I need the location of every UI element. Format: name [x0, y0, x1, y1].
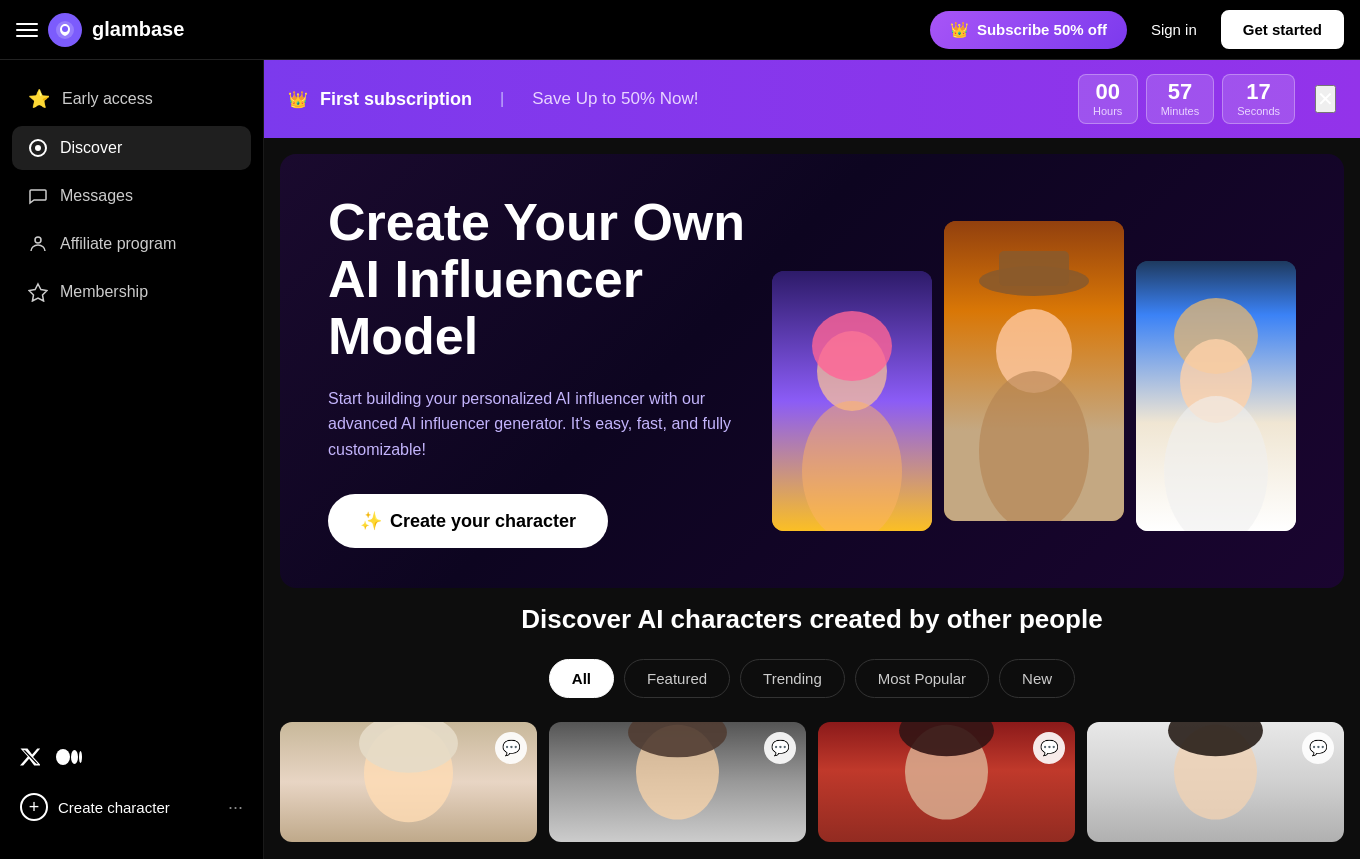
sign-in-button[interactable]: Sign in [1139, 13, 1209, 46]
character-cards-grid: 💬 💬 [280, 722, 1344, 842]
logo-icon [48, 13, 82, 47]
timer-minutes: 57 Minutes [1146, 74, 1215, 124]
svg-point-6 [56, 749, 70, 765]
banner-subtitle: Save Up to 50% Now! [532, 89, 698, 109]
banner-close-button[interactable]: ✕ [1315, 85, 1336, 113]
main-content: 👑 First subscription | Save Up to 50% No… [264, 60, 1360, 859]
sidebar-item-messages[interactable]: Messages [12, 174, 251, 218]
filter-tab-trending[interactable]: Trending [740, 659, 845, 698]
svg-marker-5 [29, 284, 47, 301]
svg-point-1 [62, 26, 68, 32]
banner-left: 👑 First subscription | Save Up to 50% No… [288, 89, 698, 110]
create-character-button[interactable]: ✨ Create your character [328, 494, 608, 548]
hero-image-left [772, 271, 932, 531]
hero-image-right [1136, 261, 1296, 531]
affiliate-icon [28, 234, 48, 254]
filter-tabs: All Featured Trending Most Popular New [280, 659, 1344, 698]
sidebar-item-membership[interactable]: Membership [12, 270, 251, 314]
discover-section: Discover AI characters created by other … [264, 604, 1360, 858]
filter-tab-featured[interactable]: Featured [624, 659, 730, 698]
discover-title: Discover AI characters created by other … [280, 604, 1344, 635]
twitter-link[interactable] [20, 747, 40, 767]
create-character-plus-button[interactable]: + [20, 793, 48, 821]
ai-influencer-image-3 [1136, 261, 1296, 531]
filter-tab-all[interactable]: All [549, 659, 614, 698]
sidebar-item-discover[interactable]: Discover [12, 126, 251, 170]
hamburger-menu[interactable] [16, 23, 38, 37]
crown-icon: 👑 [950, 21, 969, 39]
sidebar-bottom: + Create character ··· [0, 735, 263, 843]
nav-left: glambase [16, 13, 184, 47]
timer-seconds: 17 Seconds [1222, 74, 1295, 124]
subscription-banner: 👑 First subscription | Save Up to 50% No… [264, 60, 1360, 138]
character-card-2[interactable]: 💬 [549, 722, 806, 842]
hero-title: Create Your Own AI Influencer Model [328, 194, 772, 366]
star-icon: ⭐ [28, 88, 50, 110]
top-navigation: glambase 👑 Subscribe 50% off Sign in Get… [0, 0, 1360, 60]
medium-link[interactable] [56, 749, 82, 765]
sparkle-icon: ✨ [360, 510, 382, 532]
hero-text: Create Your Own AI Influencer Model Star… [328, 194, 772, 548]
hero-description: Start building your personalized AI infl… [328, 386, 772, 463]
character-card-1[interactable]: 💬 [280, 722, 537, 842]
get-started-button[interactable]: Get started [1221, 10, 1344, 49]
create-character-row: + Create character ··· [16, 783, 247, 831]
svg-point-8 [79, 751, 82, 763]
subscribe-button[interactable]: 👑 Subscribe 50% off [930, 11, 1127, 49]
hero-image-center [944, 221, 1124, 521]
svg-point-4 [35, 237, 41, 243]
svg-point-12 [812, 311, 892, 381]
more-options-button[interactable]: ··· [228, 797, 243, 818]
discover-icon [28, 138, 48, 158]
svg-point-7 [71, 750, 78, 764]
membership-icon [28, 282, 48, 302]
ai-influencer-image-2 [944, 221, 1124, 521]
svg-point-3 [35, 145, 41, 151]
hero-images [772, 211, 1296, 531]
social-links [16, 747, 247, 767]
sidebar-item-early-access[interactable]: ⭐ Early access [12, 76, 251, 122]
timer-hours: 00 Hours [1078, 74, 1138, 124]
character-card-3[interactable]: 💬 [818, 722, 1075, 842]
sidebar-item-affiliate[interactable]: Affiliate program [12, 222, 251, 266]
banner-title: First subscription [320, 89, 472, 110]
logo-text: glambase [92, 18, 184, 41]
filter-tab-most-popular[interactable]: Most Popular [855, 659, 989, 698]
sidebar: ⭐ Early access Discover Messa [0, 60, 264, 859]
nav-right: 👑 Subscribe 50% off Sign in Get started [930, 10, 1344, 49]
ai-influencer-image-1 [772, 271, 932, 531]
sidebar-nav: ⭐ Early access Discover Messa [0, 76, 263, 314]
hero-section: Create Your Own AI Influencer Model Star… [280, 154, 1344, 588]
messages-icon [28, 186, 48, 206]
main-layout: ⭐ Early access Discover Messa [0, 60, 1360, 859]
character-card-4[interactable]: 💬 [1087, 722, 1344, 842]
create-character-label[interactable]: Create character [58, 799, 218, 816]
banner-crown-icon: 👑 [288, 90, 308, 109]
svg-rect-15 [999, 251, 1069, 286]
filter-tab-new[interactable]: New [999, 659, 1075, 698]
banner-right: 00 Hours 57 Minutes 17 Seconds ✕ [1078, 74, 1336, 124]
